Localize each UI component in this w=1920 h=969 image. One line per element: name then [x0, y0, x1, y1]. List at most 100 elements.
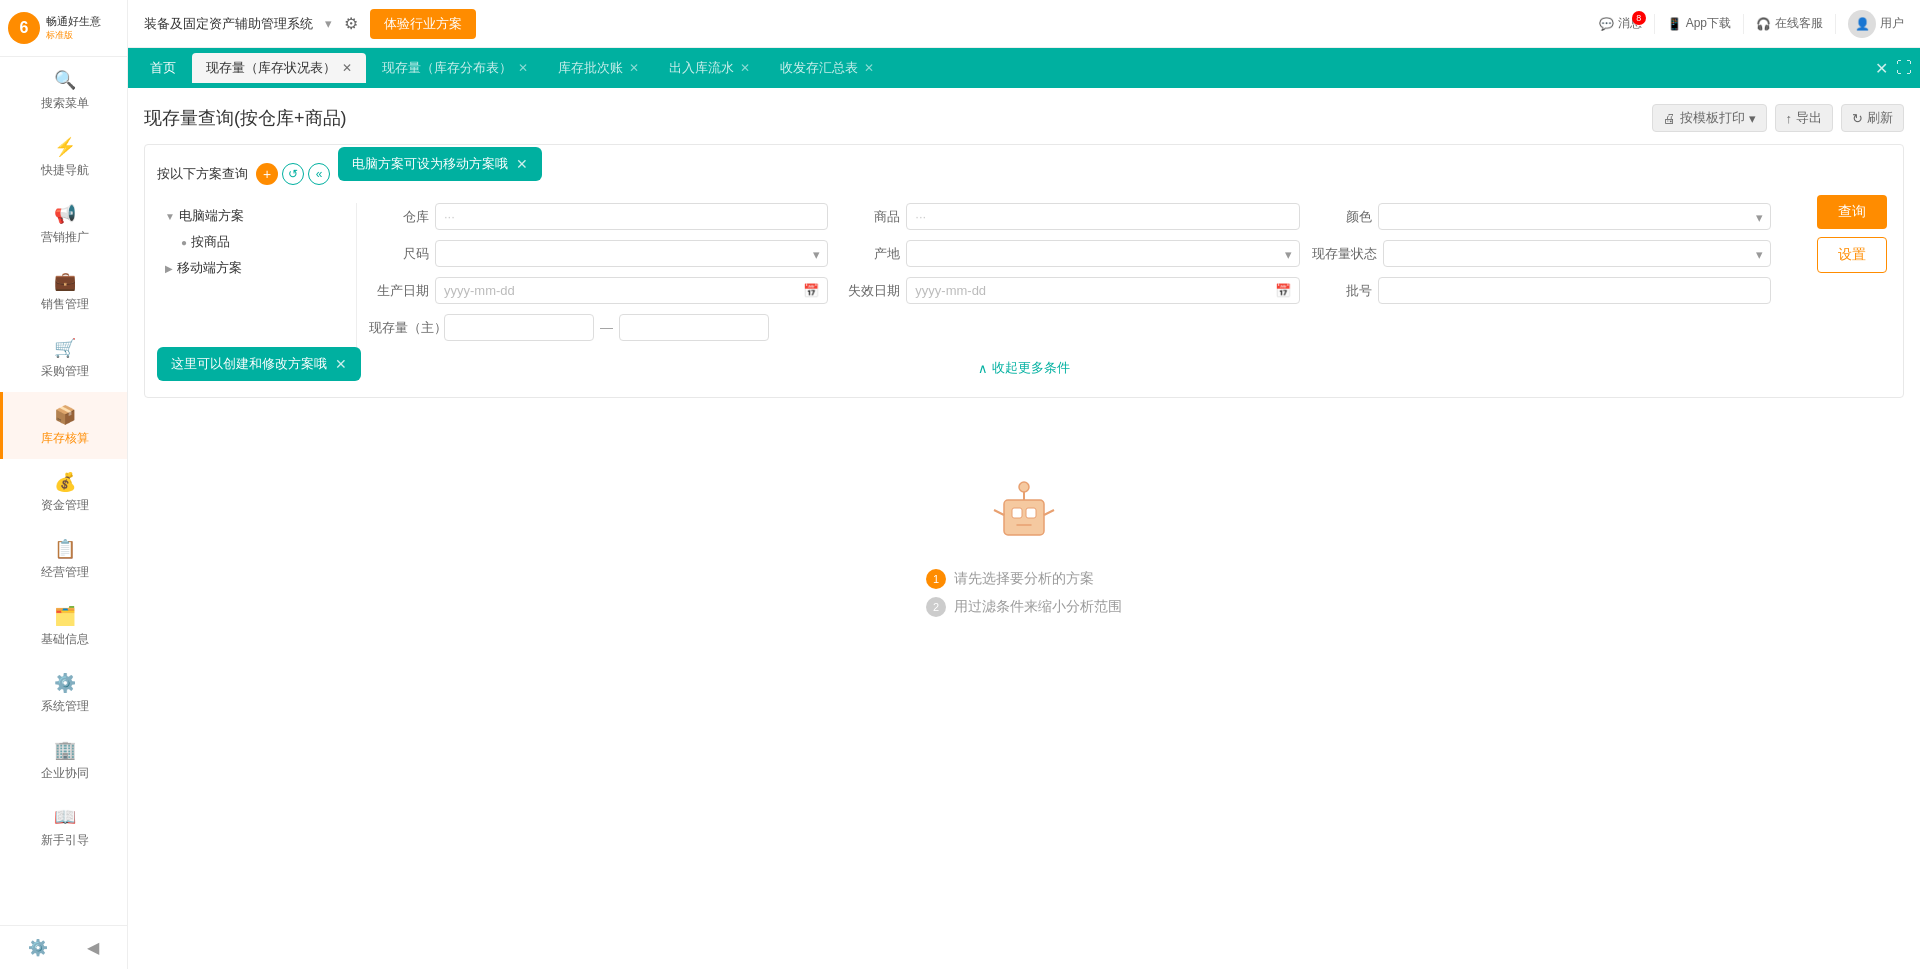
field-size-label: 尺码 — [369, 245, 429, 263]
avatar: 👤 — [1848, 10, 1876, 38]
print-btn[interactable]: 🖨 按模板打印 ▾ — [1652, 104, 1767, 132]
filter-label: 按以下方案查询 — [157, 165, 248, 183]
field-prod-date-input[interactable]: yyyy-mm-dd 📅 — [435, 277, 828, 304]
sidebar-item-operations[interactable]: 📋 经营管理 — [0, 526, 127, 593]
refresh-btn[interactable]: ↻ 刷新 — [1841, 104, 1904, 132]
guide-icon: 📖 — [54, 806, 76, 828]
sidebar-item-basic[interactable]: 🗂️ 基础信息 — [0, 593, 127, 660]
sidebar-item-purchase[interactable]: 🛒 采购管理 — [0, 325, 127, 392]
sidebar-item-search-menu[interactable]: 🔍 搜索菜单 — [0, 57, 127, 124]
empty-icon — [984, 470, 1064, 553]
sidebar-item-label: 销售管理 — [41, 296, 89, 313]
field-stock-qty: 现存量（主） — — [369, 314, 769, 341]
field-stock-qty-max[interactable] — [619, 314, 769, 341]
tab-inventory-status[interactable]: 现存量（库存状况表） ✕ — [192, 53, 366, 83]
export-icon: ↑ — [1786, 111, 1793, 126]
service-icon: 🎧 — [1756, 17, 1771, 31]
system-icon: ⚙️ — [54, 672, 76, 694]
field-warehouse: 仓库 ··· — [369, 203, 828, 230]
filter-row-2: 尺码 产地 — [369, 240, 1771, 267]
empty-step-1: 1 请先选择要分析的方案 — [926, 569, 1122, 589]
collapse-more-btn[interactable]: ∧ 收起更多条件 — [157, 351, 1891, 385]
tab-close-icon[interactable]: ✕ — [518, 61, 528, 75]
tab-inventory-dist-label: 现存量（库存分布表） — [382, 59, 512, 77]
filter-fields: 仓库 ··· 商品 ··· — [369, 203, 1891, 351]
app-download-btn[interactable]: 📱 App下载 — [1667, 15, 1731, 32]
sidebar-item-label: 快捷导航 — [41, 162, 89, 179]
divider3 — [1835, 14, 1836, 34]
sidebar-item-sales[interactable]: 💼 销售管理 — [0, 258, 127, 325]
page-content: 现存量查询(按仓库+商品) 🖨 按模板打印 ▾ ↑ 导出 ↻ 刷新 — [128, 88, 1920, 969]
inventory-icon: 📦 — [54, 404, 76, 426]
filter-row-1: 仓库 ··· 商品 ··· — [369, 203, 1771, 230]
settings-bottom-icon[interactable]: ⚙️ — [28, 938, 48, 957]
sidebar-item-label: 采购管理 — [41, 363, 89, 380]
collapse-sidebar-button[interactable]: ◀ — [87, 938, 99, 957]
field-warehouse-input[interactable]: ··· — [435, 203, 828, 230]
user-area[interactable]: 👤 用户 — [1848, 10, 1904, 38]
filter-area: 按以下方案查询 + ↺ « 电脑方案可设为移动方案哦 ✕ — [144, 144, 1904, 398]
page-header: 现存量查询(按仓库+商品) 🖨 按模板打印 ▾ ↑ 导出 ↻ 刷新 — [144, 104, 1904, 132]
field-expire-date-input[interactable]: yyyy-mm-dd 📅 — [906, 277, 1299, 304]
sidebar-item-system[interactable]: ⚙️ 系统管理 — [0, 660, 127, 727]
reset-btn[interactable]: 设置 — [1817, 237, 1887, 273]
page-header-actions: 🖨 按模板打印 ▾ ↑ 导出 ↻ 刷新 — [1652, 104, 1905, 132]
svg-rect-0 — [1004, 500, 1044, 535]
online-service-btn[interactable]: 🎧 在线客服 — [1756, 15, 1823, 32]
filter-back-btn[interactable]: « — [308, 163, 330, 185]
field-color-select[interactable] — [1378, 203, 1771, 230]
topbar-gear-icon[interactable]: ⚙ — [344, 14, 358, 33]
scheme-arrow-mobile: ▶ — [165, 263, 173, 274]
field-stock-status-label: 现存量状态 — [1312, 245, 1377, 263]
field-stock-status-select[interactable] — [1383, 240, 1771, 267]
tab-in-out-flow[interactable]: 出入库流水 ✕ — [655, 53, 764, 83]
field-goods-input[interactable]: ··· — [906, 203, 1299, 230]
scheme-arrow-empty: ● — [181, 237, 187, 248]
experience-btn[interactable]: 体验行业方案 — [370, 9, 476, 39]
topbar-dropdown-icon[interactable]: ▾ — [325, 16, 332, 31]
tab-maximize-icon[interactable]: ⛶ — [1896, 59, 1912, 77]
tab-recv-send-summary[interactable]: 收发存汇总表 ✕ — [766, 53, 888, 83]
scheme-item-label: 按商品 — [191, 233, 336, 251]
main-area: 装备及固定资产辅助管理系统 ▾ ⚙ 体验行业方案 💬 8 消息 📱 App下载 … — [128, 0, 1920, 969]
scheme-item-mobile[interactable]: ▶ 移动端方案 — [157, 255, 344, 281]
collapse-chevron-icon: ∧ — [978, 361, 988, 376]
calendar-icon-expire: 📅 — [1275, 283, 1291, 298]
field-origin-select[interactable] — [906, 240, 1299, 267]
svg-point-5 — [1019, 482, 1029, 492]
scheme-item-pc-default[interactable]: ● 按商品 — [157, 229, 344, 255]
field-prod-date: 生产日期 yyyy-mm-dd 📅 — [369, 277, 828, 304]
tab-close-icon[interactable]: ✕ — [629, 61, 639, 75]
scheme-arrow-pc: ▼ — [165, 211, 175, 222]
tab-inventory-dist[interactable]: 现存量（库存分布表） ✕ — [368, 53, 542, 83]
field-stock-qty-label: 现存量（主） — [369, 319, 438, 337]
sales-icon: 💼 — [54, 270, 76, 292]
scheme-item-pc[interactable]: ▼ 电脑端方案 — [157, 203, 344, 229]
notification-area[interactable]: 💬 8 消息 — [1599, 15, 1642, 32]
sidebar-item-finance[interactable]: 💰 资金管理 — [0, 459, 127, 526]
field-size-select[interactable] — [435, 240, 828, 267]
tab-close-icon[interactable]: ✕ — [740, 61, 750, 75]
export-btn[interactable]: ↑ 导出 — [1775, 104, 1834, 132]
sidebar-item-marketing[interactable]: 📢 营销推广 — [0, 191, 127, 258]
sidebar-item-enterprise[interactable]: 🏢 企业协同 — [0, 727, 127, 794]
tab-batch-account[interactable]: 库存批次账 ✕ — [544, 53, 653, 83]
logo-badge: 标准版 — [46, 29, 101, 42]
field-stock-qty-min[interactable] — [444, 314, 594, 341]
scheme-tooltip-close[interactable]: ✕ — [516, 156, 528, 172]
query-btn[interactable]: 查询 — [1817, 195, 1887, 229]
filter-refresh-btn[interactable]: ↺ — [282, 163, 304, 185]
filter-add-btn[interactable]: + — [256, 163, 278, 185]
sidebar-item-inventory[interactable]: 📦 库存核算 — [0, 392, 127, 459]
tab-close-all-icon[interactable]: ✕ — [1875, 59, 1888, 78]
sidebar-item-guide[interactable]: 📖 新手引导 — [0, 794, 127, 861]
tab-home[interactable]: 首页 — [136, 53, 190, 83]
tab-close-icon[interactable]: ✕ — [864, 61, 874, 75]
tab-close-icon[interactable]: ✕ — [342, 61, 352, 75]
sidebar-item-quick-nav[interactable]: ⚡ 快捷导航 — [0, 124, 127, 191]
field-batch-input[interactable] — [1378, 277, 1771, 304]
sidebar: 6 畅通好生意 标准版 🔍 搜索菜单 ⚡ 快捷导航 📢 营销推广 💼 销售管理 … — [0, 0, 128, 969]
create-tooltip-close[interactable]: ✕ — [335, 356, 347, 372]
page-title: 现存量查询(按仓库+商品) — [144, 106, 347, 130]
sidebar-item-label: 营销推广 — [41, 229, 89, 246]
